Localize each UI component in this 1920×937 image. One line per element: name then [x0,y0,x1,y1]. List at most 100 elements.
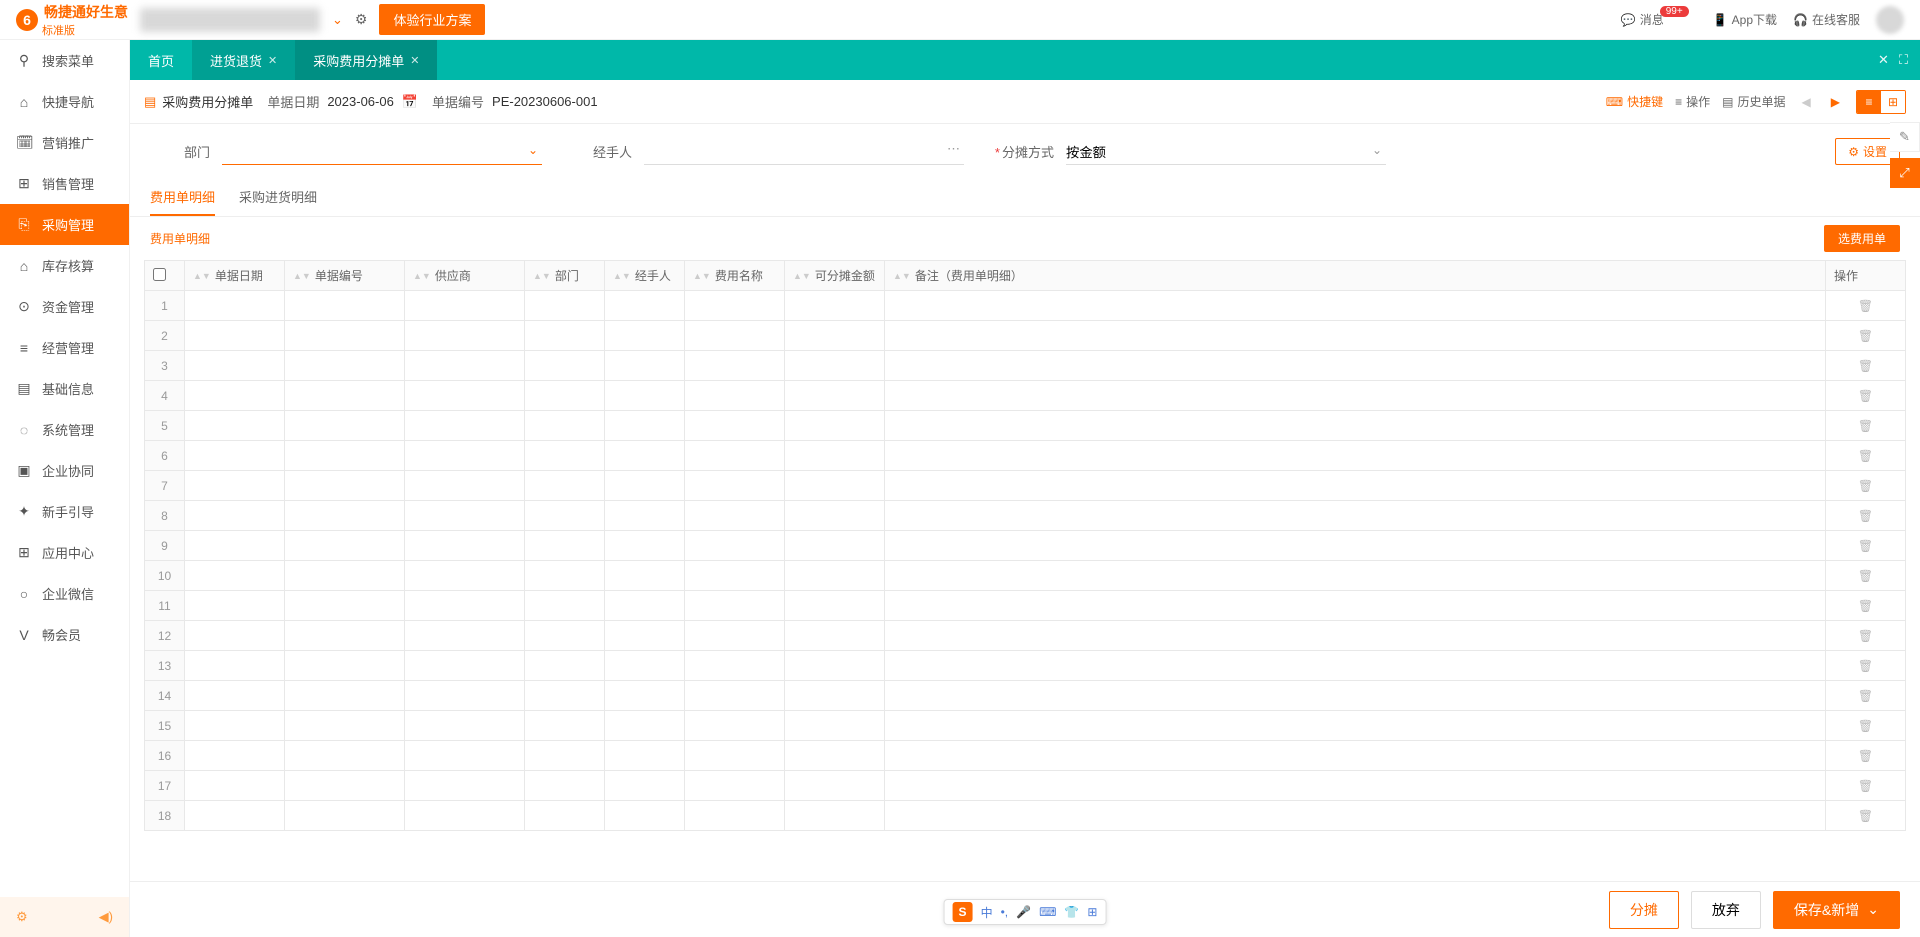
table-row[interactable]: 3🗑 [145,351,1906,381]
footer-gear-icon[interactable]: ⚙ [16,909,28,925]
sidebar-item[interactable]: ⚲搜索菜单 [0,40,129,81]
rail-expand-icon[interactable]: ⤢ [1890,158,1920,188]
delete-icon[interactable]: 🗑 [1858,599,1873,613]
delete-icon[interactable]: 🗑 [1858,299,1873,313]
table-row[interactable]: 6🗑 [145,441,1906,471]
table-row[interactable]: 1🗑 [145,291,1906,321]
action-link[interactable]: ≡ 操作 [1675,93,1710,110]
view-list-icon[interactable]: ≡ [1857,91,1881,113]
delete-icon[interactable]: 🗑 [1858,449,1873,463]
sidebar-item[interactable]: V畅会员 [0,614,129,655]
col-dept[interactable]: ▲▼部门 [525,261,605,291]
delete-icon[interactable]: 🗑 [1858,569,1873,583]
table-row[interactable]: 5🗑 [145,411,1906,441]
delete-icon[interactable]: 🗑 [1858,779,1873,793]
sidebar-item[interactable]: ○企业微信 [0,573,129,614]
col-amount[interactable]: ▲▼可分摊金额 [785,261,885,291]
table-row[interactable]: 12🗑 [145,621,1906,651]
settings-icon[interactable]: ⚙ [355,11,368,28]
shortcut-link[interactable]: ⌨ 快捷键 [1606,93,1663,110]
fullscreen-icon[interactable]: ⛶ [1899,52,1908,68]
sidebar-item[interactable]: ✦新手引导 [0,491,129,532]
rail-edit-icon[interactable]: ✎ [1890,122,1920,152]
sidebar-item[interactable]: ≡经营管理 [0,327,129,368]
ime-grid-icon[interactable]: ⊞ [1087,905,1097,919]
table-row[interactable]: 13🗑 [145,651,1906,681]
delete-icon[interactable]: 🗑 [1858,329,1873,343]
delete-icon[interactable]: 🗑 [1858,389,1873,403]
delete-icon[interactable]: 🗑 [1858,419,1873,433]
dept-input[interactable] [222,139,542,165]
close-icon[interactable]: ✕ [410,54,419,67]
history-link[interactable]: ▤ 历史单据 [1722,93,1785,110]
table-row[interactable]: 14🗑 [145,681,1906,711]
calendar-icon[interactable]: 📅 [402,94,418,110]
col-no[interactable]: ▲▼单据编号 [285,261,405,291]
subtab-purchase-detail[interactable]: 采购进货明细 [239,179,317,216]
org-chevron-icon[interactable]: ⌄ [332,12,343,28]
tab-home[interactable]: 首页 [130,40,192,80]
table-row[interactable]: 18🗑 [145,801,1906,831]
ime-mic-icon[interactable]: 🎤 [1016,905,1031,919]
table-row[interactable]: 16🗑 [145,741,1906,771]
subtab-fee-detail[interactable]: 费用单明细 [150,179,215,216]
table-row[interactable]: 9🗑 [145,531,1906,561]
messages-link[interactable]: 💬 消息 99+ [1621,11,1697,28]
ime-bar[interactable]: S 中 •, 🎤 ⌨ 👕 ⊞ [944,899,1107,925]
table-row[interactable]: 7🗑 [145,471,1906,501]
chevron-down-icon[interactable]: ⌄ [528,143,538,157]
ime-skin-icon[interactable]: 👕 [1064,905,1079,919]
try-solution-button[interactable]: 体验行业方案 [379,4,485,35]
delete-icon[interactable]: 🗑 [1858,629,1873,643]
delete-icon[interactable]: 🗑 [1858,749,1873,763]
org-selector[interactable] [140,8,320,32]
tab-fee-allocation[interactable]: 采购费用分摊单✕ [295,40,437,80]
delete-icon[interactable]: 🗑 [1858,479,1873,493]
close-icon[interactable]: ✕ [268,54,277,67]
delete-icon[interactable]: 🗑 [1858,659,1873,673]
more-icon[interactable]: ⋯ [947,141,960,157]
table-row[interactable]: 2🗑 [145,321,1906,351]
delete-icon[interactable]: 🗑 [1858,719,1873,733]
discard-button[interactable]: 放弃 [1691,891,1761,929]
sidebar-item[interactable]: ⊞销售管理 [0,163,129,204]
sidebar-item[interactable]: 🗓营销推广 [0,122,129,163]
table-row[interactable]: 10🗑 [145,561,1906,591]
app-download-link[interactable]: 📱 App下载 [1713,11,1777,28]
save-new-button[interactable]: 保存&新增⌄ [1773,891,1900,929]
col-remark[interactable]: ▲▼备注（费用单明细） [885,261,1826,291]
sidebar-item[interactable]: ⌂快捷导航 [0,81,129,122]
sidebar-item[interactable]: ⊙资金管理 [0,286,129,327]
handler-input[interactable] [644,139,964,165]
allocate-button[interactable]: 分摊 [1609,891,1679,929]
avatar[interactable] [1876,6,1904,34]
doc-date-value[interactable]: 2023-06-06 [327,94,394,109]
delete-icon[interactable]: 🗑 [1858,539,1873,553]
sidebar-item[interactable]: ▣企业协同 [0,450,129,491]
support-link[interactable]: 🎧 在线客服 [1793,11,1860,28]
ime-keyboard-icon[interactable]: ⌨ [1039,905,1056,919]
delete-icon[interactable]: 🗑 [1858,509,1873,523]
table-row[interactable]: 17🗑 [145,771,1906,801]
next-arrow-icon[interactable]: ▶ [1827,95,1844,109]
sidebar-item[interactable]: ⌂库存核算 [0,245,129,286]
tab-purchase-return[interactable]: 进货退货✕ [192,40,295,80]
table-row[interactable]: 8🗑 [145,501,1906,531]
col-fee-name[interactable]: ▲▼费用名称 [685,261,785,291]
ime-lang[interactable]: 中 [981,904,993,921]
delete-icon[interactable]: 🗑 [1858,689,1873,703]
select-all-checkbox[interactable] [153,268,166,281]
sidebar-item[interactable]: ◌系统管理 [0,409,129,450]
select-fee-button[interactable]: 选费用单 [1824,225,1900,252]
method-input[interactable] [1066,139,1386,165]
col-checkbox[interactable] [145,261,185,291]
table-row[interactable]: 4🗑 [145,381,1906,411]
sidebar-item[interactable]: ⎘采购管理 [0,204,129,245]
delete-icon[interactable]: 🗑 [1858,809,1873,823]
col-date[interactable]: ▲▼单据日期 [185,261,285,291]
delete-icon[interactable]: 🗑 [1858,359,1873,373]
table-row[interactable]: 15🗑 [145,711,1906,741]
chevron-down-icon[interactable]: ⌄ [1372,143,1382,157]
close-all-icon[interactable]: ✕ [1878,52,1889,68]
view-card-icon[interactable]: ⊞ [1881,91,1905,113]
